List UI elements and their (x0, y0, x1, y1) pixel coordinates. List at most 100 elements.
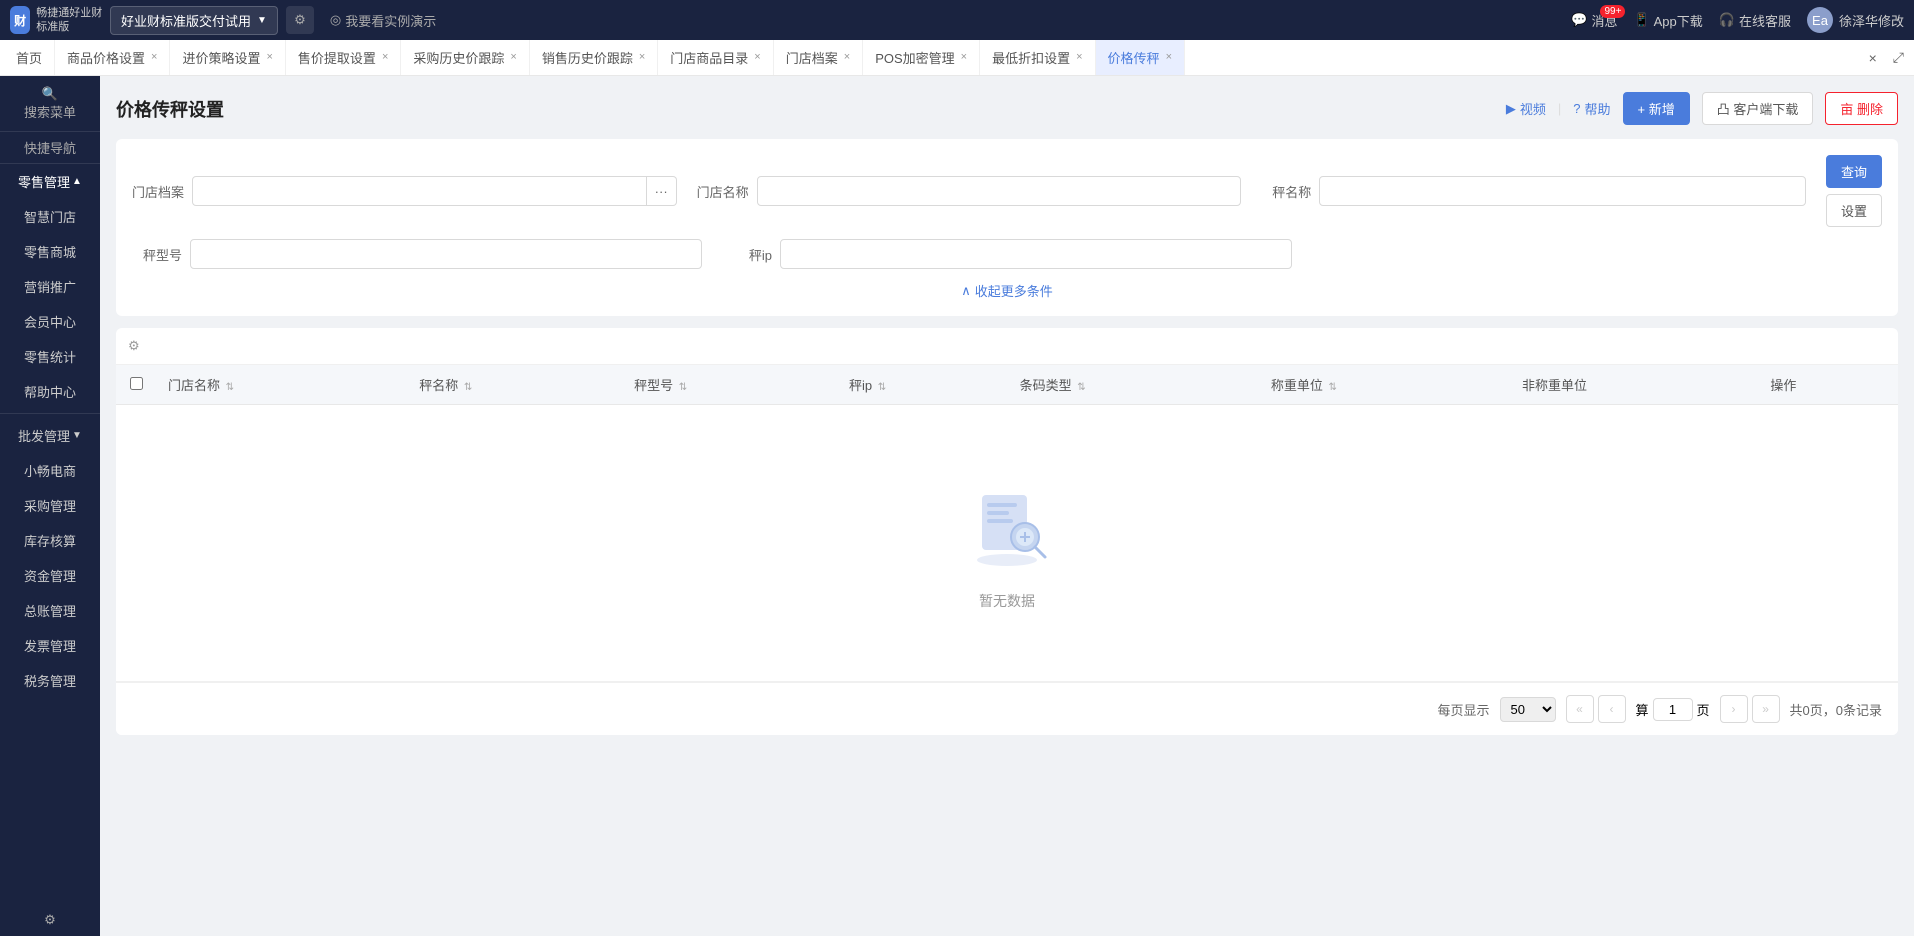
scale-model-input[interactable] (190, 239, 702, 269)
sidebar-item-wholesale-mgmt[interactable]: 批发管理 ▼ (0, 418, 100, 453)
sort-icon: ⇅ (1077, 382, 1085, 393)
demo-link[interactable]: ◎ 我要看实例演示 (330, 11, 436, 30)
sidebar-bottom-settings[interactable]: ⚙ (0, 904, 100, 936)
tab-close-icon[interactable]: × (266, 52, 272, 63)
th-weight-unit: 称重单位 ⇅ (1259, 365, 1510, 405)
sidebar-item-retail-stats[interactable]: 零售统计 (0, 339, 100, 374)
sidebar-search[interactable]: 🔍 搜索菜单 (0, 76, 100, 132)
tab-close-icon[interactable]: × (510, 52, 516, 63)
store-name-label: 门店名称 (697, 182, 749, 201)
filter-card: 门店档案 ··· 门店名称 秤名称 查询 设置 (116, 139, 1898, 316)
messages-button[interactable]: 💬 消息 99+ (1571, 11, 1617, 30)
tab-price-scale[interactable]: 价格传秤 × (1096, 40, 1185, 76)
tab-close-all-button[interactable]: × (1863, 46, 1883, 70)
message-badge: 99+ (1600, 5, 1625, 18)
sidebar-item-smart-store[interactable]: 智慧门店 (0, 199, 100, 234)
sidebar-item-retail-mgmt[interactable]: 零售管理 ▲ (0, 164, 100, 199)
logo-text: 畅捷通好业财 标准版 (36, 6, 110, 35)
page-total: 共0页，0条记录 (1790, 700, 1882, 719)
store-name-input[interactable] (757, 176, 1242, 206)
tab-sales-history[interactable]: 销售历史价跟踪 × (530, 40, 658, 76)
page-actions: ▶ 视频 | ? 帮助 + 新增 凸 客户端下载 亩 删除 (1506, 92, 1898, 125)
scale-name-input[interactable] (1319, 176, 1806, 206)
scale-ip-input[interactable] (780, 239, 1292, 269)
settings-icon[interactable]: ⚙ (286, 6, 314, 34)
tab-close-icon[interactable]: × (961, 52, 967, 63)
sidebar-item-inventory[interactable]: 库存核算 (0, 523, 100, 558)
tab-close-icon[interactable]: × (151, 52, 157, 63)
help-icon: ? (1573, 101, 1580, 116)
th-barcode-type: 条码类型 ⇅ (1008, 365, 1259, 405)
tab-close-icon[interactable]: × (1166, 52, 1172, 63)
tab-home[interactable]: 首页 (4, 40, 55, 76)
prev-page-button[interactable]: ‹ (1598, 695, 1626, 723)
add-button[interactable]: + 新增 (1623, 92, 1690, 125)
store-archive-label: 门店档案 (132, 182, 184, 201)
select-all-checkbox[interactable] (130, 377, 143, 390)
tab-purchase-strategy[interactable]: 进价策略设置 × (170, 40, 285, 76)
tab-product-price[interactable]: 商品价格设置 × (55, 40, 170, 76)
tab-close-icon[interactable]: × (844, 52, 850, 63)
sidebar-item-marketing[interactable]: 营销推广 (0, 269, 100, 304)
sidebar-item-help-center[interactable]: 帮助中心 (0, 374, 100, 409)
sidebar-item-purchase-mgmt[interactable]: 采购管理 (0, 488, 100, 523)
sidebar-item-finance[interactable]: 资金管理 (0, 558, 100, 593)
action-buttons: 查询 设置 (1826, 155, 1882, 227)
tab-purchase-history[interactable]: 采购历史价跟踪 × (401, 40, 529, 76)
tab-close-icon[interactable]: × (639, 52, 645, 63)
tab-close-icon[interactable]: × (382, 52, 388, 63)
tab-close-icon[interactable]: × (754, 52, 760, 63)
first-page-button[interactable]: « (1566, 695, 1594, 723)
th-checkbox (116, 365, 156, 405)
store-archive-field: 门店档案 ··· (132, 176, 677, 206)
download-icon: 📱 (1633, 12, 1649, 28)
sidebar-item-retail-mall[interactable]: 零售商城 (0, 234, 100, 269)
download-client-button[interactable]: 凸 客户端下载 (1702, 92, 1814, 125)
table-header: 门店名称 ⇅ 秤名称 ⇅ 秤型号 ⇅ 秤ip ⇅ (116, 365, 1898, 405)
sidebar-item-invoice[interactable]: 发票管理 (0, 628, 100, 663)
tab-sale-extract[interactable]: 售价提取设置 × (286, 40, 401, 76)
sidebar-item-ecommerce[interactable]: 小畅电商 (0, 453, 100, 488)
help-link[interactable]: ? 帮助 (1573, 99, 1610, 118)
settings-filter-button[interactable]: 设置 (1826, 194, 1882, 227)
delete-button[interactable]: 亩 删除 (1825, 92, 1898, 125)
scale-model-label: 秤型号 (132, 245, 182, 264)
sidebar: 🔍 搜索菜单 快捷导航 零售管理 ▲ 智慧门店 零售商城 营销推广 会员中心 零… (0, 76, 100, 936)
top-bar: 财 畅捷通好业财 标准版 好业财标准版交付试用 ▼ ⚙ ◎ 我要看实例演示 💬 … (0, 0, 1914, 40)
th-store-name: 门店名称 ⇅ (156, 365, 407, 405)
version-selector[interactable]: 好业财标准版交付试用 ▼ (110, 6, 278, 35)
query-button[interactable]: 查询 (1826, 155, 1882, 188)
sort-icon: ⇅ (1328, 382, 1336, 393)
scale-model-field: 秤型号 (132, 239, 702, 269)
tab-store-catalog[interactable]: 门店商品目录 × (658, 40, 773, 76)
sidebar-item-general-ledger[interactable]: 总账管理 (0, 593, 100, 628)
app-download-button[interactable]: 📱 App下载 (1633, 11, 1702, 30)
sidebar-quick-nav[interactable]: 快捷导航 (0, 132, 100, 164)
video-link[interactable]: ▶ 视频 (1506, 99, 1546, 118)
sidebar-item-tax[interactable]: 税务管理 (0, 663, 100, 698)
page-number-input[interactable] (1653, 698, 1693, 721)
table-settings-icon[interactable]: ⚙ (128, 338, 140, 354)
page-size-label: 每页显示 (1437, 700, 1489, 719)
store-archive-dots-button[interactable]: ··· (647, 176, 677, 206)
page-size-select[interactable]: 10 20 50 100 (1500, 697, 1556, 722)
user-menu[interactable]: Ea 徐泽华修改 (1807, 7, 1904, 33)
th-scale-name: 秤名称 ⇅ (407, 365, 622, 405)
page-label: 算 (1636, 700, 1649, 719)
store-archive-input[interactable] (192, 176, 647, 206)
tab-pos-encrypt[interactable]: POS加密管理 × (863, 40, 980, 76)
last-page-button[interactable]: » (1752, 695, 1780, 723)
tab-close-icon[interactable]: × (1076, 52, 1082, 63)
tab-min-discount[interactable]: 最低折扣设置 × (980, 40, 1095, 76)
tab-maximize-button[interactable]: ⤢ (1887, 45, 1910, 70)
scale-name-field: 秤名称 (1261, 176, 1806, 206)
tab-store-profile[interactable]: 门店档案 × (774, 40, 863, 76)
sort-icon: ⇅ (226, 382, 234, 393)
collapse-button[interactable]: ∧ 收起更多条件 (961, 281, 1053, 300)
next-page-button[interactable]: › (1720, 695, 1748, 723)
sort-icon: ⇅ (679, 382, 687, 393)
online-service-button[interactable]: 🎧 在线客服 (1719, 11, 1791, 30)
sidebar-item-member-center[interactable]: 会员中心 (0, 304, 100, 339)
top-bar-right: 💬 消息 99+ 📱 App下载 🎧 在线客服 Ea 徐泽华修改 (1571, 7, 1904, 33)
sort-icon: ⇅ (464, 382, 472, 393)
